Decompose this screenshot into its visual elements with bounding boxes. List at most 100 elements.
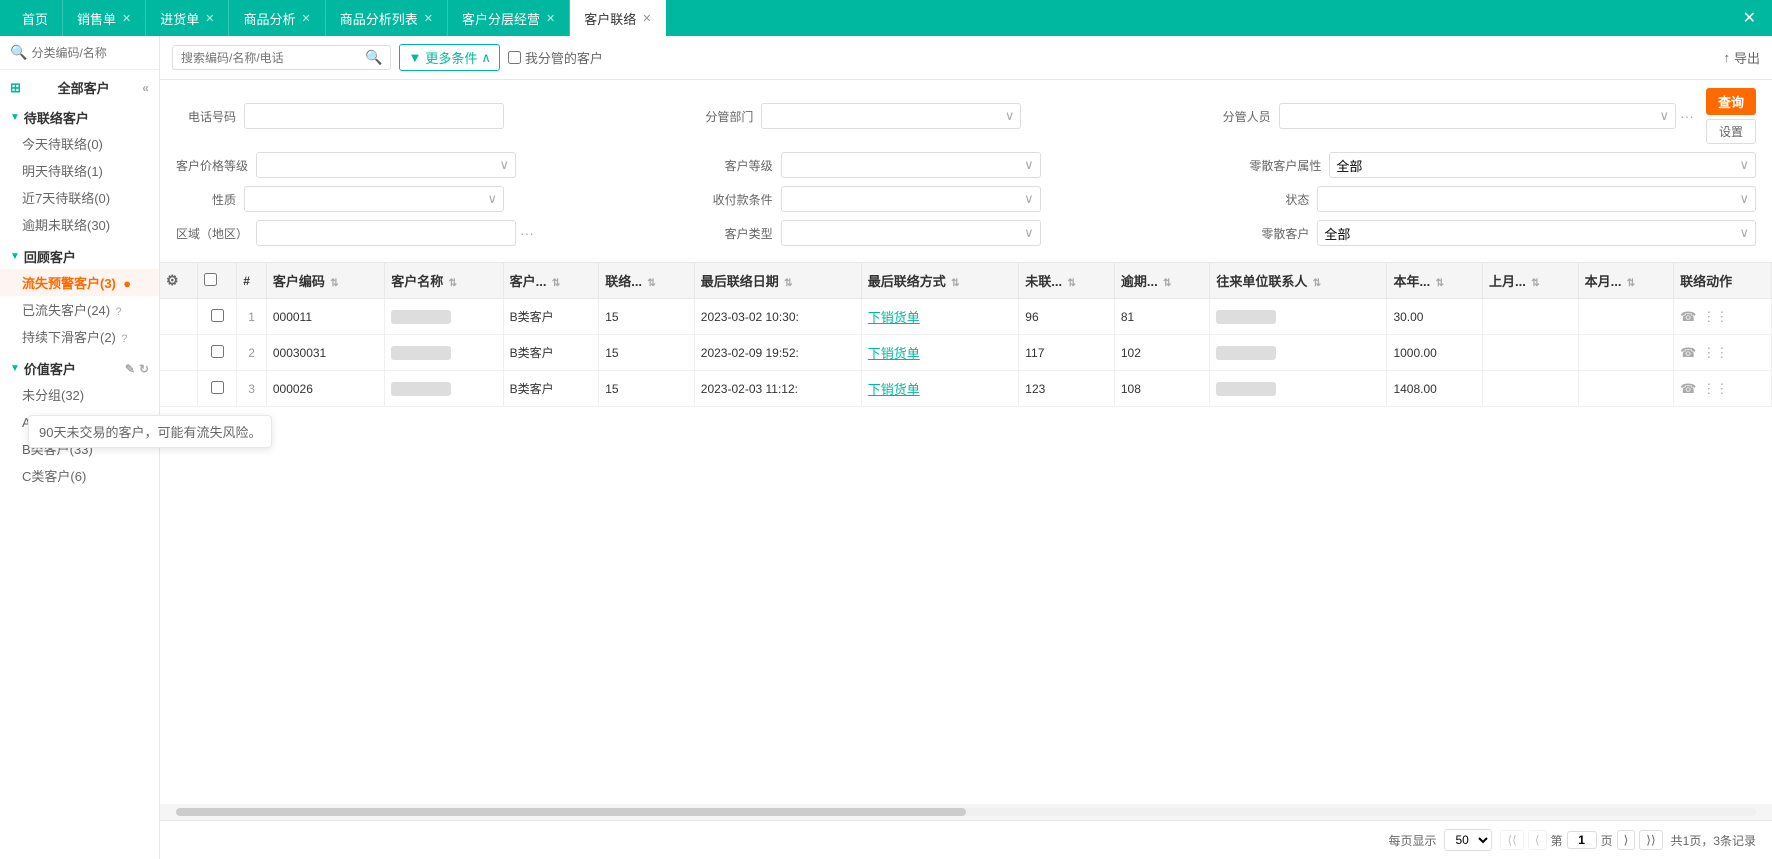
th-contact[interactable]: 联络... ⇅ bbox=[599, 263, 695, 299]
dept-select[interactable]: ∨ bbox=[761, 103, 1021, 129]
customer-level-select[interactable]: ∨ bbox=[781, 152, 1041, 178]
my-customers-checkbox[interactable] bbox=[508, 51, 521, 64]
th-contacts[interactable]: 往来单位联系人 ⇅ bbox=[1210, 263, 1387, 299]
payment-select[interactable]: ∨ bbox=[781, 186, 1041, 212]
row-checkbox-1[interactable] bbox=[211, 345, 224, 358]
tab-product-analysis[interactable]: 商品分析 ✕ bbox=[229, 0, 325, 36]
more-action-icon[interactable]: ⋮⋮ bbox=[1702, 309, 1728, 325]
row-this-month-cell bbox=[1578, 299, 1674, 335]
close-product-analysis-tab[interactable]: ✕ bbox=[302, 12, 311, 25]
sort-type-icon: ⇅ bbox=[552, 278, 560, 289]
th-settings[interactable]: ⚙ bbox=[160, 263, 198, 299]
th-actions: 联络动作 bbox=[1674, 263, 1772, 299]
settings-button[interactable]: 设置 bbox=[1706, 119, 1756, 144]
region-more-icon[interactable]: ··· bbox=[516, 225, 538, 241]
sidebar-item-class-c[interactable]: C类客户(6) bbox=[0, 462, 159, 489]
query-button[interactable]: 查询 bbox=[1706, 88, 1756, 115]
filter-row-3: 性质 ∨ 收付款条件 ∨ 状态 bbox=[176, 186, 1756, 212]
sort-uncontacted-icon: ⇅ bbox=[1067, 278, 1075, 289]
zero-retail-attr-select[interactable]: 全部 ∨ bbox=[1329, 152, 1756, 178]
phone-input[interactable] bbox=[244, 103, 504, 129]
th-name[interactable]: 客户名称 ⇅ bbox=[385, 263, 503, 299]
th-this-month[interactable]: 本月... ⇅ bbox=[1578, 263, 1674, 299]
th-code[interactable]: 客户编码 ⇅ bbox=[266, 263, 384, 299]
scrollbar-thumb[interactable] bbox=[176, 808, 966, 816]
close-sales-tab[interactable]: ✕ bbox=[122, 12, 131, 25]
close-customer-contact-tab[interactable]: ✕ bbox=[642, 12, 651, 25]
method-link[interactable]: 下销货单 bbox=[868, 382, 920, 397]
export-button[interactable]: ↑ 导出 bbox=[1723, 48, 1760, 67]
sidebar-item-ungrouped[interactable]: 未分组(32) bbox=[0, 381, 159, 408]
first-page-button[interactable]: ⟨⟨ bbox=[1500, 830, 1523, 850]
region-select[interactable] bbox=[256, 220, 516, 246]
select-all-checkbox[interactable] bbox=[204, 273, 217, 286]
page-suffix-label: 页 bbox=[1601, 832, 1613, 849]
close-purchase-tab[interactable]: ✕ bbox=[205, 12, 214, 25]
price-level-select[interactable]: ∨ bbox=[256, 152, 516, 178]
tab-purchase[interactable]: 进货单 ✕ bbox=[146, 0, 229, 36]
th-last-method[interactable]: 最后联络方式 ⇅ bbox=[861, 263, 1018, 299]
contact-action-icon[interactable]: ☎ bbox=[1680, 345, 1696, 361]
th-uncontacted[interactable]: 未联... ⇅ bbox=[1019, 263, 1115, 299]
th-type[interactable]: 客户... ⇅ bbox=[503, 263, 599, 299]
tab-home[interactable]: 首页 bbox=[8, 0, 63, 36]
refresh-icon[interactable]: ↻ bbox=[139, 362, 149, 376]
person-select[interactable]: ∨ bbox=[1279, 103, 1676, 129]
contact-action-icon[interactable]: ☎ bbox=[1680, 309, 1696, 325]
tab-sales[interactable]: 销售单 ✕ bbox=[63, 0, 146, 36]
th-last-month[interactable]: 上月... ⇅ bbox=[1483, 263, 1579, 299]
sidebar-item-today-contact[interactable]: 今天待联络(0) bbox=[0, 130, 159, 157]
sidebar-search-input[interactable] bbox=[31, 46, 149, 60]
row-checkbox-0[interactable] bbox=[211, 309, 224, 322]
sidebar-collapse-icon[interactable]: « bbox=[142, 81, 149, 95]
close-product-analysis-list-tab[interactable]: ✕ bbox=[424, 12, 433, 25]
zero-retail-select[interactable]: 全部 ∨ bbox=[1317, 220, 1756, 246]
th-overdue[interactable]: 逾期... ⇅ bbox=[1114, 263, 1210, 299]
sidebar-item-7days-contact[interactable]: 近7天待联络(0) bbox=[0, 184, 159, 211]
all-customers-icon: ⊞ bbox=[10, 80, 21, 96]
sidebar-item-tomorrow-contact[interactable]: 明天待联络(1) bbox=[0, 157, 159, 184]
filter-customer-level: 客户等级 ∨ bbox=[713, 152, 1220, 178]
row-checkbox-2[interactable] bbox=[211, 381, 224, 394]
method-link[interactable]: 下销货单 bbox=[868, 346, 920, 361]
gender-select[interactable]: ∨ bbox=[244, 186, 504, 212]
edit-icon[interactable]: ✎ bbox=[125, 362, 135, 376]
filter-price-level: 客户价格等级 ∨ bbox=[176, 152, 683, 178]
sidebar-item-churn-warning[interactable]: 流失预警客户(3) ● bbox=[0, 269, 159, 296]
section-pending-contact-title[interactable]: ▼ 待联络客户 bbox=[0, 103, 159, 130]
section-review-title[interactable]: ▼ 回顾客户 bbox=[0, 242, 159, 269]
tab-product-analysis-list[interactable]: 商品分析列表 ✕ bbox=[326, 0, 448, 36]
next-page-button[interactable]: ⟩ bbox=[1617, 830, 1636, 850]
content-area: 🔍 ▼ 更多条件 ∧ 我分管的客户 ↑ 导出 电话号码 bbox=[160, 36, 1772, 859]
more-action-icon[interactable]: ⋮⋮ bbox=[1702, 345, 1728, 361]
tab-customer-tier[interactable]: 客户分层经营 ✕ bbox=[448, 0, 570, 36]
more-action-icon[interactable]: ⋮⋮ bbox=[1702, 381, 1728, 397]
close-all-button[interactable]: ✕ bbox=[1735, 8, 1764, 28]
last-page-button[interactable]: ⟩⟩ bbox=[1639, 830, 1662, 850]
toolbar-search-icon[interactable]: 🔍 bbox=[365, 49, 382, 66]
customer-type-caret: ∨ bbox=[1024, 225, 1034, 241]
prev-page-button[interactable]: ⟨ bbox=[1528, 830, 1547, 850]
customer-type-select[interactable]: ∨ bbox=[781, 220, 1041, 246]
method-link[interactable]: 下销货单 bbox=[868, 310, 920, 325]
th-this-year[interactable]: 本年... ⇅ bbox=[1387, 263, 1483, 299]
toolbar-search-input[interactable] bbox=[181, 51, 361, 65]
status-select[interactable]: ∨ bbox=[1317, 186, 1756, 212]
table-settings-icon[interactable]: ⚙ bbox=[166, 272, 179, 288]
person-more-icon[interactable]: ··· bbox=[1676, 108, 1698, 124]
row-last-month-cell bbox=[1483, 335, 1579, 371]
contact-action-icon[interactable]: ☎ bbox=[1680, 381, 1696, 397]
sidebar-item-declining[interactable]: 持续下滑客户(2) ? bbox=[0, 323, 159, 350]
sidebar-item-already-churned[interactable]: 已流失客户(24) ? bbox=[0, 296, 159, 323]
all-customers-header[interactable]: ⊞ 全部客户 « bbox=[0, 70, 159, 101]
sidebar-item-overdue-contact[interactable]: 逾期未联络(30) bbox=[0, 211, 159, 238]
section-value-title[interactable]: ▼ 价值客户 ✎ ↻ bbox=[0, 354, 159, 381]
page-size-select[interactable]: 50 bbox=[1444, 829, 1492, 851]
more-filter-button[interactable]: ▼ 更多条件 ∧ bbox=[399, 44, 499, 71]
horizontal-scrollbar[interactable] bbox=[176, 808, 1756, 816]
tab-customer-contact[interactable]: 客户联络 ✕ bbox=[570, 0, 666, 36]
close-customer-tier-tab[interactable]: ✕ bbox=[546, 12, 555, 25]
page-number-input[interactable] bbox=[1567, 831, 1597, 849]
th-last-date[interactable]: 最后联络日期 ⇅ bbox=[694, 263, 861, 299]
row-method-cell: 下销货单 bbox=[861, 299, 1018, 335]
